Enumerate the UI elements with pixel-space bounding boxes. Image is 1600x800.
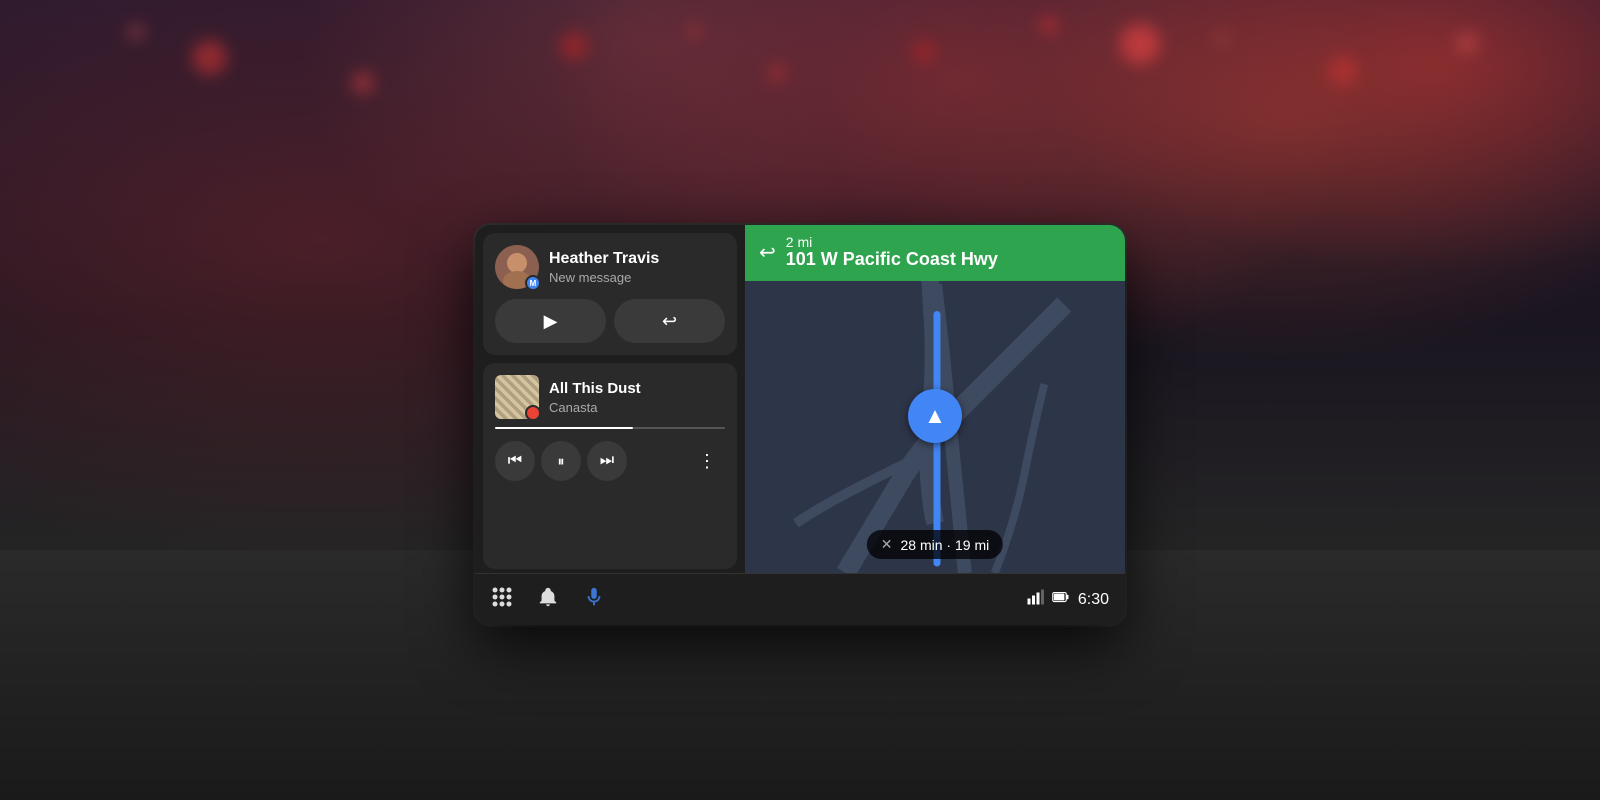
next-track-button[interactable]: ⏭ <box>587 441 627 481</box>
battery-indicator-icon <box>1052 588 1070 606</box>
nav-distance: 2 mi <box>786 235 998 249</box>
notification-text: Heather Travis New message <box>549 249 725 285</box>
album-art <box>495 375 539 419</box>
play-message-button[interactable]: ▶ <box>495 299 606 343</box>
nav-info: 2 mi 101 W Pacific Coast Hwy <box>786 235 998 271</box>
prev-icon: ⏮ <box>508 452 522 470</box>
avatar-container: M <box>495 245 539 289</box>
progress-bar[interactable] <box>495 427 725 429</box>
music-controls: ⏮ ⏸ ⏭ ⋮ <box>495 441 725 481</box>
notification-subtitle: New message <box>549 270 725 285</box>
reply-button[interactable]: ↩ <box>614 299 725 343</box>
battery-icon <box>1052 588 1070 611</box>
pause-button[interactable]: ⏸ <box>541 441 581 481</box>
reply-icon: ↩ <box>662 311 677 332</box>
more-options-button[interactable]: ⋮ <box>689 443 725 479</box>
position-arrow-icon: ▲ <box>924 403 946 429</box>
notifications-button[interactable] <box>537 586 559 614</box>
prev-track-button[interactable]: ⏮ <box>495 441 535 481</box>
eta-badge: ✕ 28 min · 19 mi <box>867 530 1003 559</box>
android-auto-screen-wrapper: M Heather Travis New message ▶ <box>475 225 1125 625</box>
notification-name: Heather Travis <box>549 249 725 268</box>
play-icon: ▶ <box>544 311 558 332</box>
android-auto-screen: M Heather Travis New message ▶ <box>475 225 1125 625</box>
signal-bars-icon <box>1026 588 1044 606</box>
avatar-badge: M <box>525 275 541 291</box>
next-icon: ⏭ <box>600 452 614 470</box>
notification-actions: ▶ ↩ <box>495 299 725 343</box>
screen-content: M Heather Travis New message ▶ <box>475 225 1125 573</box>
music-title: All This Dust <box>549 380 725 398</box>
toolbar: 6:30 <box>475 573 1125 625</box>
eta-text: 28 min · 19 mi <box>901 537 990 553</box>
more-icon: ⋮ <box>698 451 716 472</box>
music-source-badge <box>525 405 539 419</box>
microphone-button[interactable] <box>583 586 605 614</box>
map-panel: ↩ 2 mi 101 W Pacific Coast Hwy ▲ ✕ 28 mi… <box>745 225 1125 573</box>
notification-card[interactable]: M Heather Travis New message ▶ <box>483 233 737 355</box>
close-navigation-button[interactable]: ✕ <box>881 536 893 553</box>
music-card[interactable]: All This Dust Canasta ⏮ ⏸ <box>483 363 737 569</box>
music-info: All This Dust Canasta <box>495 375 725 419</box>
toolbar-left <box>491 586 605 614</box>
left-panel: M Heather Travis New message ▶ <box>475 225 745 573</box>
notification-header: M Heather Travis New message <box>495 245 725 289</box>
nav-street: 101 W Pacific Coast Hwy <box>786 249 998 271</box>
signal-icon <box>1026 588 1044 611</box>
pause-icon: ⏸ <box>558 453 565 470</box>
apps-button[interactable] <box>491 586 513 614</box>
position-marker: ▲ <box>908 389 962 443</box>
music-text: All This Dust Canasta <box>549 380 725 415</box>
navigation-banner: ↩ 2 mi 101 W Pacific Coast Hwy <box>745 225 1125 281</box>
progress-fill <box>495 427 633 429</box>
mic-icon <box>583 586 605 608</box>
toolbar-right: 6:30 <box>1026 588 1109 611</box>
apps-grid-icon <box>491 586 513 608</box>
nav-turn-arrow: ↩ <box>759 240 776 265</box>
bell-icon <box>537 586 559 608</box>
position-circle: ▲ <box>908 389 962 443</box>
badge-icon: M <box>530 279 537 288</box>
time-display: 6:30 <box>1078 591 1109 609</box>
music-artist: Canasta <box>549 400 725 415</box>
